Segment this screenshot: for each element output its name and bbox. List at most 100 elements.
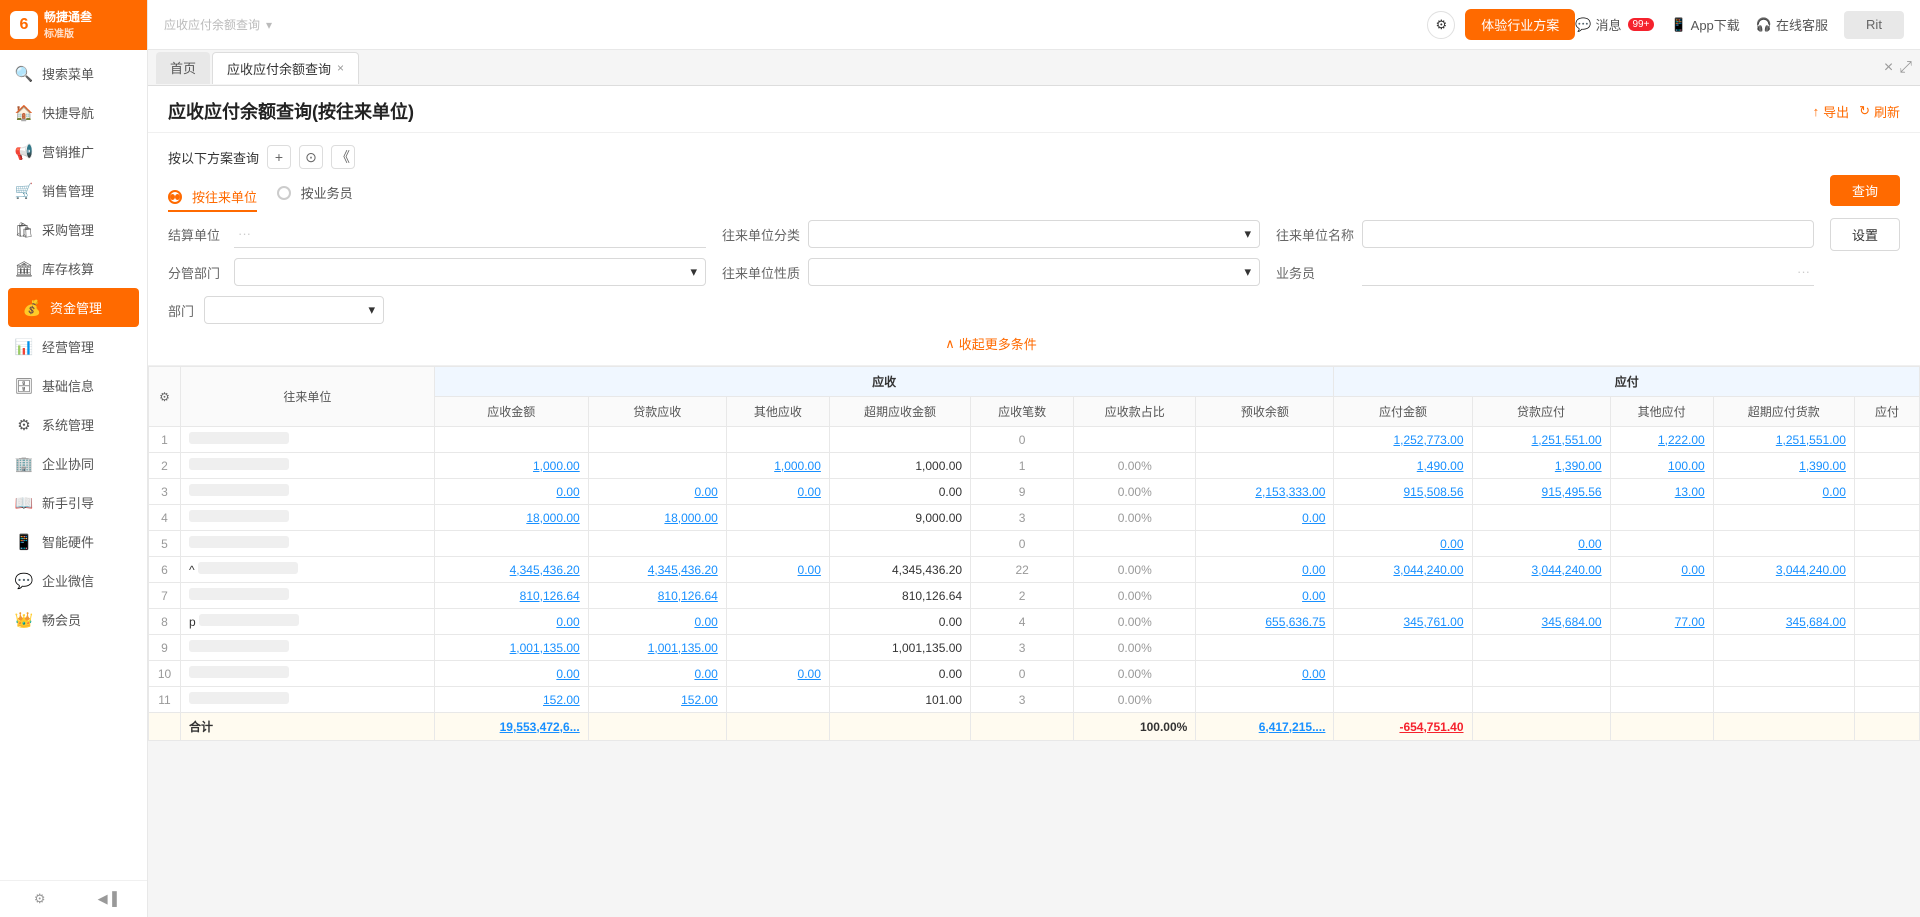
sidebar-item-hardware[interactable]: 📱 智能硬件 [0, 522, 147, 561]
tab-home[interactable]: 首页 [156, 52, 210, 84]
sidebar-label-inventory: 库存核算 [42, 259, 94, 278]
tab-arbalance[interactable]: 应收应付余额查询 × [212, 52, 359, 84]
footer-ar-amount[interactable]: 19,553,472,6... [434, 713, 588, 741]
sidebar-item-search[interactable]: 🔍 搜索菜单 [0, 54, 147, 93]
footer-ar-ratio: 100.00% [1074, 713, 1196, 741]
table-container: ⚙ 往来单位 应收 应付 应收金额 贷款应收 其他应收 超期应收金额 应收笔数 … [148, 366, 1920, 741]
industry-btn[interactable]: 体验行业方案 [1465, 9, 1575, 40]
service-label: 在线客服 [1776, 15, 1828, 34]
table-row: 101,252,773.001,251,551.001,222.001,251,… [149, 427, 1920, 453]
operation-icon: 📊 [14, 338, 34, 356]
sidebar: 6 畅捷通叁 标准版 🔍 搜索菜单 🏠 快捷导航 📢 营销推广 🛒 销售管理 🛍… [0, 0, 148, 917]
th-ar-count: 应收笔数 [971, 397, 1074, 427]
sidebar-label-member: 畅会员 [42, 610, 81, 629]
th-ar-ratio: 应收款占比 [1074, 397, 1196, 427]
th-settings[interactable]: ⚙ [149, 367, 181, 427]
table-settings-icon[interactable]: ⚙ [159, 390, 170, 404]
refresh-icon: ↻ [1859, 103, 1870, 119]
select-unit-nature[interactable]: ▾ [808, 258, 1260, 286]
sidebar-item-inventory[interactable]: 🏛 库存核算 [0, 249, 147, 288]
th-ar-advance: 预收余额 [1196, 397, 1334, 427]
page-header: 应收应付余额查询(按往来单位) ↑ 导出 ↻ 刷新 [148, 86, 1920, 133]
table-row: 100.000.000.000.0000.00%0.00 [149, 661, 1920, 687]
finance-icon: 💰 [22, 299, 42, 317]
sidebar-label-purchase: 采购管理 [42, 220, 94, 239]
sidebar-item-member[interactable]: 👑 畅会员 [0, 600, 147, 639]
sidebar-item-wechat[interactable]: 💬 企业微信 [0, 561, 147, 600]
th-ap-loan: 贷款应付 [1472, 397, 1610, 427]
sidebar-item-nav[interactable]: 🏠 快捷导航 [0, 93, 147, 132]
label-unit-name: 往来单位名称 [1276, 225, 1356, 244]
tabbar-right: × ⤢ [1884, 59, 1912, 77]
data-table: ⚙ 往来单位 应收 应付 应收金额 贷款应收 其他应收 超期应收金额 应收笔数 … [148, 366, 1920, 741]
th-ar-loan: 贷款应收 [588, 397, 726, 427]
sidebar-item-system[interactable]: ⚙ 系统管理 [0, 405, 147, 444]
sales-icon: 🛒 [14, 182, 34, 200]
refresh-btn[interactable]: ↻ 刷新 [1859, 102, 1900, 121]
select-unit-class[interactable]: ▾ [808, 220, 1260, 248]
logo-icon: 6 [10, 11, 38, 39]
filter-area: 按以下方案查询 + ⊙ 《 [148, 133, 1920, 366]
sidebar-bottom: ⚙ ◀▐ [0, 880, 147, 917]
filter-collapse-btn[interactable]: 《 [331, 145, 355, 169]
collapse-more-btn[interactable]: ∧ 收起更多条件 [168, 334, 1814, 353]
chevron-down-icon-4: ▾ [368, 302, 375, 318]
export-btn[interactable]: ↑ 导出 [1813, 102, 1850, 121]
sidebar-item-finance[interactable]: 💰 资金管理 [8, 288, 139, 327]
close-window-btn[interactable]: × [1884, 59, 1893, 77]
filter-settings-btn[interactable]: ⊙ [299, 145, 323, 169]
sidebar-menu: 🔍 搜索菜单 🏠 快捷导航 📢 营销推广 🛒 销售管理 🛍 采购管理 🏛 库存核… [0, 50, 147, 880]
table-row: 91,001,135.001,001,135.001,001,135.0030.… [149, 635, 1920, 661]
search-icon: 🔍 [14, 65, 34, 83]
tab-close-icon[interactable]: × [337, 61, 344, 75]
sidebar-item-sales[interactable]: 🛒 销售管理 [0, 171, 147, 210]
online-service-btn[interactable]: 🎧 在线客服 [1756, 15, 1828, 34]
th-ar-other: 其他应收 [726, 397, 829, 427]
filter-add-btn[interactable]: + [267, 145, 291, 169]
sidebar-collapse-btn[interactable]: ◀▐ [78, 891, 138, 907]
input-salesman[interactable]: ··· [1362, 258, 1814, 286]
table-row: 8p 0.000.000.0040.00%655,636.75345,761.0… [149, 609, 1920, 635]
input-unit-name[interactable] [1362, 220, 1814, 248]
avatar-text: Rit [1866, 17, 1882, 32]
label-unit-class: 往来单位分类 [722, 225, 802, 244]
select-dept[interactable]: ▾ [234, 258, 706, 286]
maximize-btn[interactable]: ⤢ [1899, 59, 1912, 77]
label-bumon: 部门 [168, 301, 198, 320]
filter-settings-icon: ⊙ [305, 149, 317, 166]
enterprise-icon: 🏢 [14, 455, 34, 473]
table-row: 418,000.0018,000.009,000.0030.00%0.00 [149, 505, 1920, 531]
sidebar-item-guide[interactable]: 📖 新手引导 [0, 483, 147, 522]
select-bumon[interactable]: ▾ [204, 296, 384, 324]
sidebar-label-sales: 销售管理 [42, 181, 94, 200]
table-row: 11152.00152.00101.0030.00% [149, 687, 1920, 713]
chevron-down-icon: ▾ [1244, 226, 1251, 242]
service-icon: 🎧 [1756, 17, 1772, 33]
chevron-down-icon-2: ▾ [690, 264, 697, 280]
inventory-icon: 🏛 [14, 260, 34, 278]
sidebar-item-marketing[interactable]: 📢 营销推广 [0, 132, 147, 171]
sidebar-item-purchase[interactable]: 🛍 采购管理 [0, 210, 147, 249]
settings-gear-btn[interactable]: ⚙ [1427, 11, 1455, 39]
message-btn[interactable]: 💬 消息 99+ [1575, 15, 1654, 34]
sidebar-settings-btn[interactable]: ⚙ [10, 891, 70, 907]
set-btn[interactable]: 设置 [1830, 218, 1900, 251]
sidebar-label-nav: 快捷导航 [42, 103, 94, 122]
radio-dot-unit [168, 190, 182, 204]
app-download-btn[interactable]: 📱 App下载 [1670, 15, 1739, 34]
sub-nav-unit-label: 按往来单位 [192, 187, 257, 206]
sidebar-item-enterprise[interactable]: 🏢 企业协同 [0, 444, 147, 483]
sidebar-label-enterprise: 企业协同 [42, 454, 94, 473]
footer-ar-advance[interactable]: 6,417,215.... [1196, 713, 1334, 741]
sidebar-item-base[interactable]: 🗄 基础信息 [0, 366, 147, 405]
marketing-icon: 📢 [14, 143, 34, 161]
footer-ap-amount[interactable]: -654,751.40 [1334, 713, 1472, 741]
th-ar-amount: 应收金额 [434, 397, 588, 427]
sidebar-item-operation[interactable]: 📊 经营管理 [0, 327, 147, 366]
input-jiesuan[interactable]: ··· [234, 220, 706, 248]
user-avatar[interactable]: Rit [1844, 11, 1904, 39]
sidebar-label-guide: 新手引导 [42, 493, 94, 512]
sub-nav-by-staff[interactable]: 按业务员 [277, 179, 353, 208]
sub-nav-by-unit[interactable]: 按往来单位 [168, 183, 257, 212]
query-btn[interactable]: 查询 [1830, 175, 1900, 206]
